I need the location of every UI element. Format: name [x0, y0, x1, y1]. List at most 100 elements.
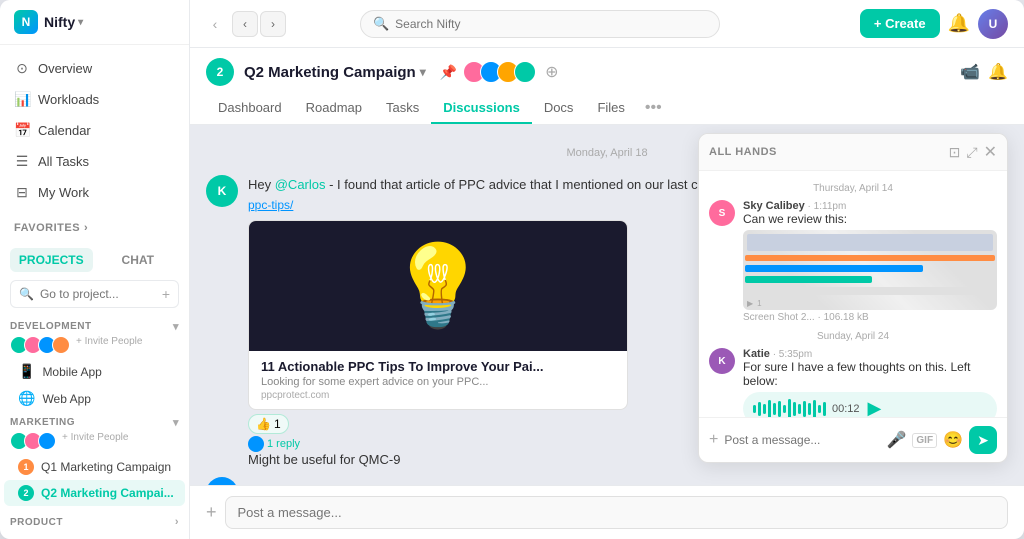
chat-message: C · [206, 477, 1008, 485]
sidebar-item-overview[interactable]: ⊙ Overview [0, 53, 189, 84]
sidebar-item-q1-campaign[interactable]: 1 Q1 Marketing Campaign [4, 454, 185, 480]
sidebar-item-all-tasks[interactable]: ☰ All Tasks [0, 146, 189, 177]
wave-bar [778, 401, 781, 417]
chat-input[interactable] [225, 496, 1008, 529]
brand-chevron-icon: ▾ [78, 17, 83, 28]
sidebar: N Nifty ▾ ⊙ Overview 📊 Workloads 📅 Calen… [0, 0, 190, 539]
favorites-section[interactable]: FAVORITES › [0, 216, 189, 240]
bulb-icon: 💡 [388, 239, 488, 333]
attachment-icon[interactable]: + [206, 502, 217, 523]
ah-meta: Sky Calibey · 1:11pm [743, 200, 997, 212]
qmc-mention[interactable]: QMC-9 [359, 452, 401, 467]
tab-chat[interactable]: CHAT [97, 248, 180, 272]
back-button[interactable]: ‹ [232, 11, 258, 37]
img-bar-teal [745, 276, 872, 283]
pin-icon[interactable]: 📌 [440, 64, 457, 81]
message-avatar: K [206, 175, 238, 207]
search-project-container: 🔍 + [10, 280, 179, 308]
all-tasks-icon: ☰ [14, 153, 30, 170]
create-button[interactable]: + Create [860, 9, 940, 38]
play-button[interactable]: ▶ [868, 398, 882, 417]
send-button[interactable]: ➤ [969, 426, 997, 454]
wave-bar [788, 399, 791, 418]
ah-file-label: Screen Shot 2... · 106.18 kB [743, 312, 997, 323]
tab-tasks[interactable]: Tasks [374, 93, 431, 124]
sidebar-item-mobile-app[interactable]: 📱 Mobile App [4, 358, 185, 385]
sidebar-header: N Nifty ▾ [0, 0, 189, 45]
section-development: DEVELOPMENT ▾ [0, 316, 189, 336]
tab-dashboard[interactable]: Dashboard [206, 93, 294, 124]
wave-bar [768, 400, 771, 418]
add-project-icon[interactable]: + [162, 286, 170, 302]
project-dot: 1 [18, 459, 34, 475]
expand-icon[interactable]: ⤢ [966, 144, 977, 161]
project-actions: 📌 ⊕ [440, 61, 559, 83]
search-input[interactable] [395, 17, 707, 31]
search-project-input[interactable] [40, 287, 156, 301]
mention: @Carlos [275, 177, 326, 192]
mobile-app-icon: 📱 [18, 363, 35, 380]
wave-bar [798, 404, 801, 414]
forward-button[interactable]: › [260, 11, 286, 37]
dev-avatars: + Invite People [10, 336, 179, 354]
overview-icon: ⊙ [14, 60, 30, 77]
microphone-icon[interactable]: 🎤 [886, 430, 906, 450]
user-avatar[interactable]: U [978, 9, 1008, 39]
minimize-icon[interactable]: ⊡ [949, 144, 961, 161]
sidebar-item-web-app[interactable]: 🌐 Web App [4, 385, 185, 412]
add-member-icon[interactable]: ⊕ [545, 62, 558, 82]
video-icon[interactable]: 📹 [960, 62, 980, 82]
wave-bar [763, 404, 766, 414]
favorites-chevron-icon: › [84, 222, 88, 234]
tabs-more-icon[interactable]: ••• [637, 92, 670, 124]
gif-button[interactable]: GIF [912, 433, 937, 448]
all-hands-body: Thursday, April 14 S Sky Calibey · 1:11p… [699, 171, 1007, 417]
bell-project-icon[interactable]: 🔔 [988, 62, 1008, 82]
invite-people-link[interactable]: + Invite People [76, 336, 142, 354]
link-preview: 💡 11 Actionable PPC Tips To Improve Your… [248, 220, 628, 410]
tab-projects[interactable]: PROJECTS [10, 248, 93, 272]
invite-people-link-mkt[interactable]: + Invite People [62, 432, 128, 450]
reaction-button[interactable]: 👍 1 [248, 414, 289, 434]
ah-image-preview: ▶ 1 [743, 230, 997, 310]
ah-content: Sky Calibey · 1:11pm Can we review this: [743, 200, 997, 323]
close-icon[interactable]: ✕ [984, 142, 997, 162]
nav-arrows: ‹ › [232, 11, 286, 37]
section-chevron-icon: ▾ [173, 320, 179, 333]
sidebar-item-label: Calendar [38, 123, 91, 138]
ah-plus-icon[interactable]: + [709, 431, 718, 449]
calendar-icon: 📅 [14, 122, 30, 139]
img-bar-blue [745, 265, 923, 272]
all-hands-panel: ALL HANDS ⊡ ⤢ ✕ Thursday, April 14 S [698, 133, 1008, 463]
link-preview-url: ppcprotect.com [261, 390, 615, 401]
message-meta: · [248, 477, 1008, 485]
all-hands-actions: ⊡ ⤢ ✕ [949, 142, 997, 162]
all-hands-input[interactable] [724, 433, 880, 447]
project-header: 2 Q2 Marketing Campaign ▾ 📌 ⊕ [190, 48, 1024, 125]
sidebar-brand[interactable]: Nifty ▾ [44, 14, 83, 30]
tab-docs[interactable]: Docs [532, 93, 586, 124]
bell-icon[interactable]: 🔔 [948, 13, 970, 34]
sidebar-item-label: Workloads [38, 92, 99, 107]
project-title[interactable]: Q2 Marketing Campaign ▾ [244, 64, 426, 81]
reply-avatar [248, 436, 264, 452]
project-badge: 2 [206, 58, 234, 86]
tab-discussions[interactable]: Discussions [431, 93, 532, 124]
sidebar-item-q2-campaign[interactable]: 2 Q2 Marketing Campai... [4, 480, 185, 506]
ah-time-2: · 5:35pm [773, 349, 812, 360]
sidebar-item-calendar[interactable]: 📅 Calendar [0, 115, 189, 146]
member-avatar [514, 61, 536, 83]
search-bar: 🔍 [360, 10, 720, 38]
tab-files[interactable]: Files [585, 93, 636, 124]
message-content: · [248, 477, 1008, 485]
file-count: 1 [757, 299, 761, 308]
ah-text-2: For sure I have a few thoughts on this. … [743, 360, 997, 388]
project-dot-active: 2 [18, 485, 34, 501]
emoji-button[interactable]: 😊 [943, 430, 963, 450]
collapse-sidebar-button[interactable]: ‹ [206, 16, 224, 32]
sidebar-item-my-work[interactable]: ⊟ My Work [0, 177, 189, 208]
tab-roadmap[interactable]: Roadmap [294, 93, 374, 124]
sidebar-item-workloads[interactable]: 📊 Workloads [0, 84, 189, 115]
web-app-icon: 🌐 [18, 390, 35, 407]
audio-wave: 00:12 ▶ [743, 392, 997, 417]
